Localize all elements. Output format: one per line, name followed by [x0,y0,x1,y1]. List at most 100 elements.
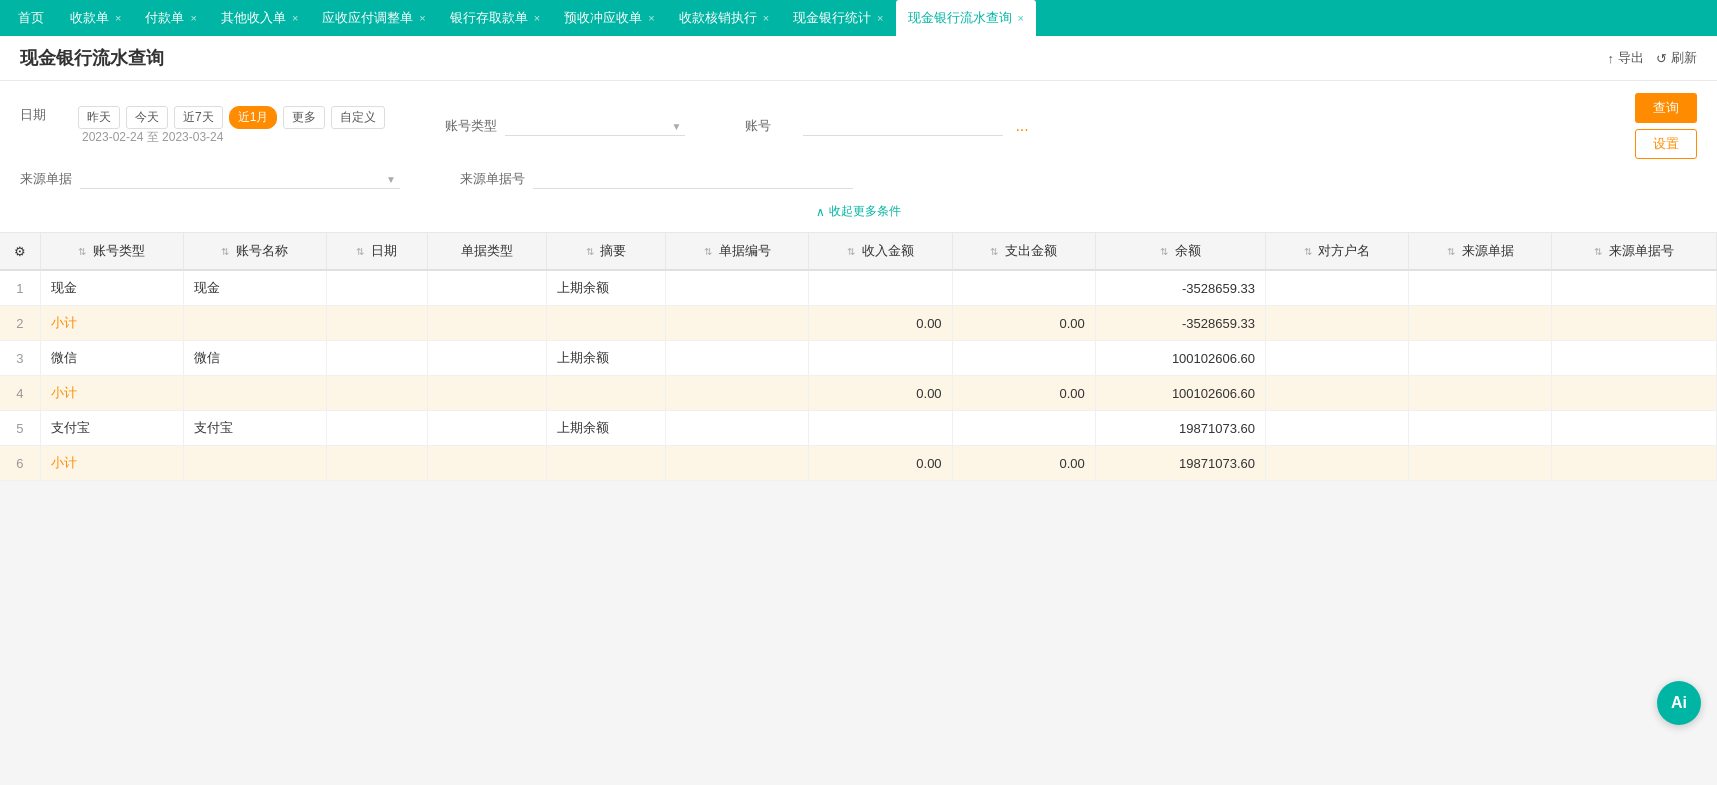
nav-bar: 首页 收款单 × 付款单 × 其他收入单 × 应收应付调整单 × 银行存取款单 … [0,0,1717,36]
filter-area: 日期 昨天 今天 近7天 近1月 更多 自定义 2023-02-24 至 202… [0,81,1717,233]
table-cell [183,376,326,411]
account-type-select[interactable] [505,116,685,136]
account-more-icon[interactable]: ... [1015,117,1028,135]
refresh-icon: ↺ [1656,51,1667,66]
sort-icon[interactable]: ⇅ [78,246,86,257]
source-doc-select[interactable] [80,169,400,189]
nav-tab-fukuan[interactable]: 付款单 × [133,0,208,36]
table-body: 1现金现金上期余额-3528659.332小计0.000.00-3528659.… [0,270,1717,481]
nav-tab-xianjinyinhang[interactable]: 现金银行统计 × [781,0,895,36]
table-cell [1409,306,1552,341]
gear-icon[interactable]: ⚙ [14,244,26,259]
date-btn-yesterday[interactable]: 昨天 [78,106,120,129]
sort-icon[interactable]: ⇅ [990,246,998,257]
col-doc-num: ⇅ 单据编号 [666,233,809,270]
table-cell: -3528659.33 [1095,270,1265,306]
sort-icon[interactable]: ⇅ [1160,246,1168,257]
table-cell: 小计 [40,306,183,341]
table-cell [1409,446,1552,481]
nav-tab-shoudan[interactable]: 收款单 × [58,0,133,36]
account-filter: 账号 ... [745,116,1028,136]
source-doc-num-filter: 来源单据号 [460,169,853,189]
nav-tab-yingshouyingfu[interactable]: 应收应付调整单 × [310,0,437,36]
source-doc-num-input[interactable] [533,169,853,189]
table-cell [1409,376,1552,411]
sort-icon[interactable]: ⇅ [1447,246,1455,257]
table-cell: 0.00 [952,376,1095,411]
table-row: 1现金现金上期余额-3528659.33 [0,270,1717,306]
table-cell [1552,446,1717,481]
table-cell [1552,411,1717,446]
date-btn-more[interactable]: 更多 [283,106,325,129]
sort-icon[interactable]: ⇅ [704,246,712,257]
close-icon[interactable]: × [1018,12,1024,24]
source-doc-num-label: 来源单据号 [460,170,525,188]
table-cell [326,376,427,411]
table-cell [666,270,809,306]
nav-tab-yushouring[interactable]: 预收冲应收单 × [552,0,666,36]
nav-tab-shoukuan[interactable]: 收款核销执行 × [667,0,781,36]
sort-icon[interactable]: ⇅ [356,246,364,257]
close-icon[interactable]: × [292,12,298,24]
account-input[interactable] [803,116,1003,136]
source-doc-label: 来源单据 [20,170,72,188]
date-btn-today[interactable]: 今天 [126,106,168,129]
search-button[interactable]: 查询 [1635,93,1697,123]
sort-icon[interactable]: ⇅ [1594,246,1602,257]
table-cell [1266,376,1409,411]
table-cell [952,341,1095,376]
close-icon[interactable]: × [877,12,883,24]
nav-tab-qitashoru[interactable]: 其他收入单 × [209,0,310,36]
setting-button[interactable]: 设置 [1635,129,1697,159]
table-cell: 4 [0,376,40,411]
close-icon[interactable]: × [648,12,654,24]
col-counterpart: ⇅ 对方户名 [1266,233,1409,270]
table-cell: 0.00 [809,306,952,341]
table-cell [1552,270,1717,306]
table-cell: 小计 [40,376,183,411]
sort-icon[interactable]: ⇅ [1304,246,1312,257]
table-cell [326,341,427,376]
close-icon[interactable]: × [763,12,769,24]
table-cell: 上期余额 [546,341,665,376]
col-expense: ⇅ 支出金额 [952,233,1095,270]
collapse-bar[interactable]: ∧ 收起更多条件 [20,199,1697,224]
close-icon[interactable]: × [534,12,540,24]
table-header-row: ⚙ ⇅ 账号类型 ⇅ 账号名称 ⇅ 日期 单据类型 ⇅ [0,233,1717,270]
table-cell [666,376,809,411]
sort-icon[interactable]: ⇅ [586,246,594,257]
date-btn-1month[interactable]: 近1月 [229,106,278,129]
close-icon[interactable]: × [190,12,196,24]
nav-home[interactable]: 首页 [4,0,58,36]
table-cell [183,306,326,341]
date-btn-custom[interactable]: 自定义 [331,106,385,129]
sort-icon[interactable]: ⇅ [847,246,855,257]
close-icon[interactable]: × [115,12,121,24]
table-cell [546,376,665,411]
table-row: 5支付宝支付宝上期余额19871073.60 [0,411,1717,446]
collapse-up-icon: ∧ [816,205,825,219]
table-cell: 上期余额 [546,270,665,306]
table-cell: 微信 [183,341,326,376]
table-cell: 0.00 [809,446,952,481]
table-cell [183,446,326,481]
col-gear: ⚙ [0,233,40,270]
table-row: 3微信微信上期余额100102606.60 [0,341,1717,376]
export-button[interactable]: ↑ 导出 [1608,49,1645,67]
sort-icon[interactable]: ⇅ [221,246,229,257]
date-btn-7days[interactable]: 近7天 [174,106,223,129]
table-cell [546,446,665,481]
table-cell [1552,306,1717,341]
table-cell [546,306,665,341]
close-icon[interactable]: × [419,12,425,24]
col-date: ⇅ 日期 [326,233,427,270]
nav-tab-yinhangcuqukuan[interactable]: 银行存取款单 × [438,0,552,36]
table-cell: 100102606.60 [1095,341,1265,376]
nav-tab-liushui[interactable]: 现金银行流水查询 × [896,0,1036,36]
table-cell [326,306,427,341]
table-cell: 5 [0,411,40,446]
table-cell [427,376,546,411]
col-balance: ⇅ 余额 [1095,233,1265,270]
refresh-button[interactable]: ↺ 刷新 [1656,49,1697,67]
table-cell: 支付宝 [183,411,326,446]
